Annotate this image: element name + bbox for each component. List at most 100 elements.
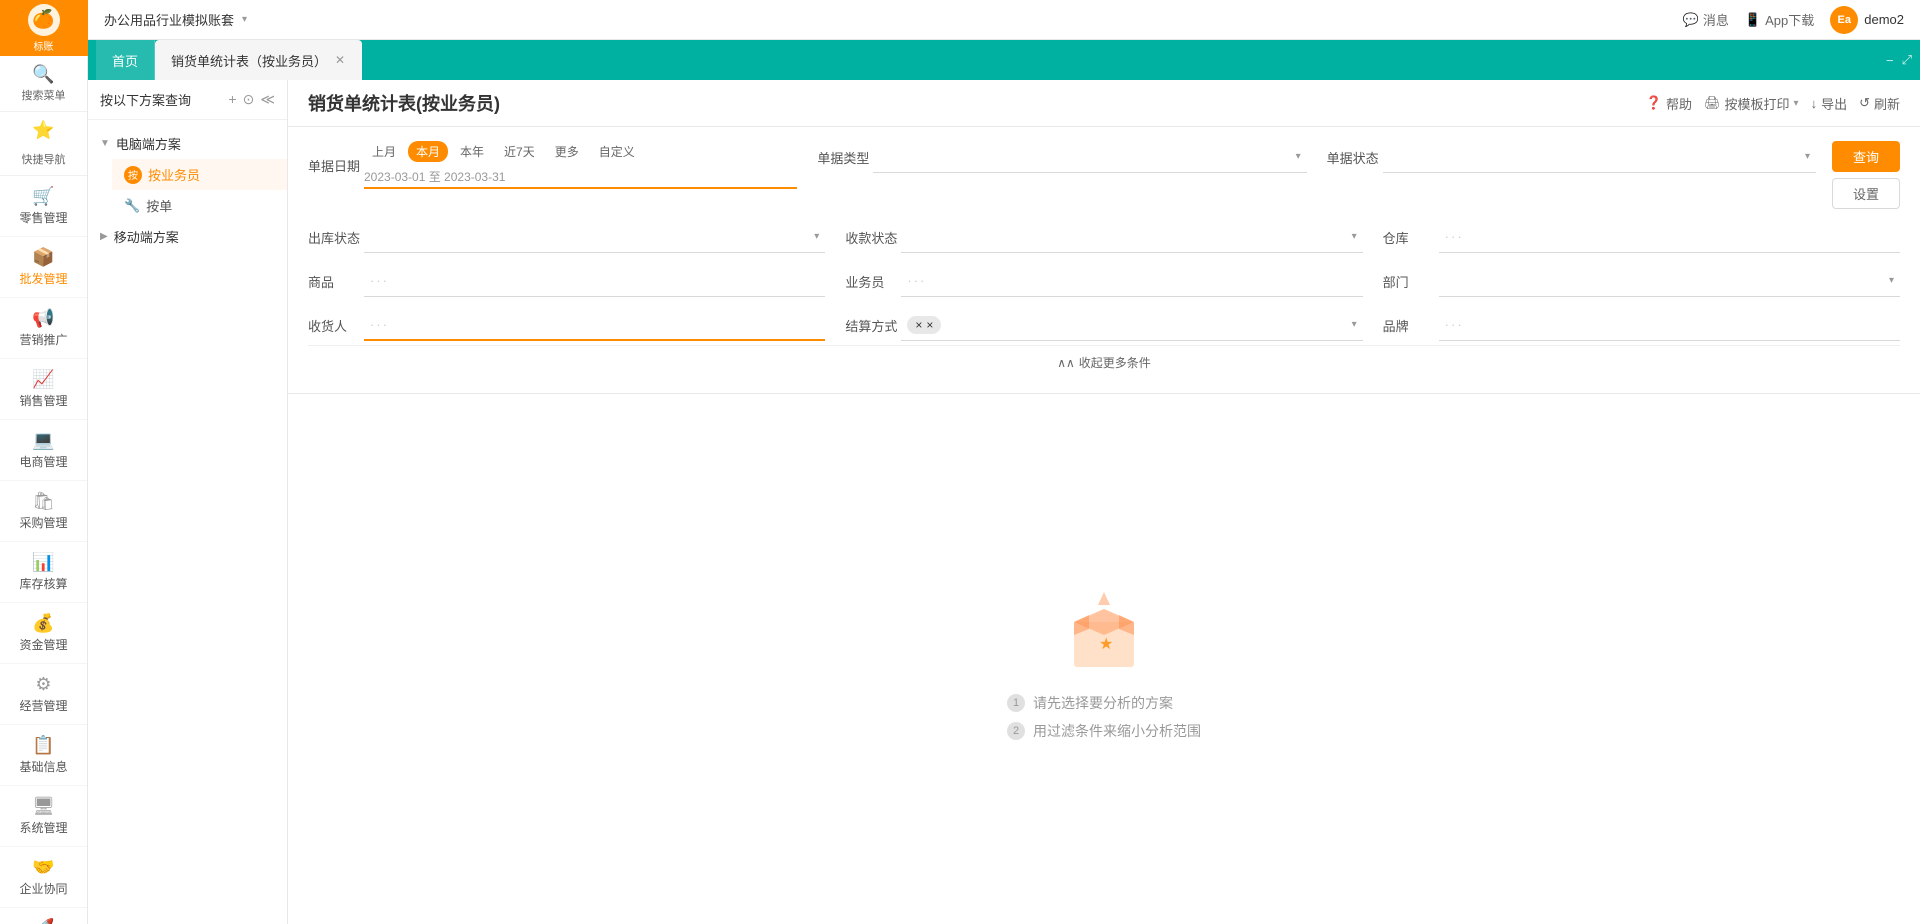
marketing-icon: 📢	[32, 308, 54, 329]
tab-home[interactable]: 首页	[96, 40, 155, 80]
doc-type-input[interactable]: ▾	[873, 141, 1306, 173]
settle-tag-close[interactable]: ×	[926, 318, 933, 332]
pc-group-label: 电脑端方案	[116, 134, 181, 153]
wholesale-icon: 📦	[32, 247, 54, 268]
date-tab-more[interactable]: 更多	[547, 141, 587, 162]
warehouse-input[interactable]: ···	[1439, 221, 1900, 253]
operation-icon: ⚙	[35, 674, 51, 695]
shortcut-nav-label: 快捷导航	[22, 147, 66, 171]
app-name: 办公用品行业模拟账套	[104, 10, 234, 29]
out-status-arrow: ▾	[814, 231, 819, 242]
refresh-button[interactable]: ↺ 刷新	[1859, 94, 1900, 113]
date-range-display[interactable]: 2023-03-01 至 2023-03-31	[364, 166, 797, 189]
tab-sales-stat[interactable]: 销货单统计表（按业务员） ✕	[155, 40, 362, 80]
brand-dots: ···	[1445, 317, 1464, 332]
out-status-input[interactable]: ▾	[364, 221, 825, 253]
reset-button[interactable]: 设置	[1832, 178, 1900, 209]
tree-group-pc[interactable]: ▼ 电脑端方案	[88, 128, 287, 159]
date-tab-this-year[interactable]: 本年	[452, 141, 492, 162]
template-print-dropdown[interactable]: ▾	[1794, 98, 1799, 109]
tree-group-mobile[interactable]: ▶ 移动端方案	[88, 221, 287, 252]
settle-input[interactable]: × × ▾	[901, 309, 1362, 341]
system-label: 系统管理	[19, 819, 67, 836]
sidebar-logo[interactable]: 🍊 标账	[0, 0, 88, 56]
user-name: demo2	[1864, 12, 1904, 27]
sidebar-item-newbie[interactable]: 🚀 新手引导	[0, 908, 87, 924]
template-print-button[interactable]: 🖨 按模板打印 ▾	[1704, 94, 1799, 113]
tab-close-icon[interactable]: ✕	[335, 53, 345, 67]
brand-label: 品牌	[1383, 316, 1439, 335]
top-header-right: 💬 消息 📱 App下载 Ea demo2	[1683, 6, 1904, 34]
staff-input[interactable]: ···	[901, 265, 1362, 297]
by-staff-dot: 按	[124, 166, 142, 184]
sidebar-item-finance[interactable]: 💰 资金管理	[0, 603, 87, 664]
by-staff-label: 按业务员	[148, 165, 200, 184]
export-button[interactable]: ↓ 导出	[1811, 94, 1848, 113]
edit-scheme-button[interactable]: ⊙	[243, 91, 255, 108]
empty-tip-2: 2 用过滤条件来缩小分析范围	[1007, 721, 1201, 741]
doc-status-input[interactable]: ▾	[1383, 141, 1816, 173]
svg-text:★: ★	[1099, 636, 1113, 653]
sidebar-item-purchase[interactable]: 🛍 采购管理	[0, 481, 87, 542]
app-dropdown-icon[interactable]: ▾	[242, 14, 247, 25]
tab-expand-icon[interactable]: ⤢	[1902, 52, 1912, 68]
date-filter-controls: 上月 本月 本年 近7天 更多 自定义 2023-03-01 至 2023-03…	[364, 141, 797, 189]
settle-filter: 结算方式 × × ▾	[845, 309, 1362, 341]
empty-illustration: ★	[1054, 577, 1154, 677]
user-menu-button[interactable]: Ea demo2	[1830, 6, 1904, 34]
collapse-panel-button[interactable]: ≪	[260, 91, 275, 108]
settle-tag: × ×	[907, 316, 941, 334]
tab-sales-stat-label: 销货单统计表（按业务员）	[171, 51, 327, 70]
goods-input[interactable]: ···	[364, 265, 825, 297]
tree-item-by-staff[interactable]: 按 按业务员	[112, 159, 287, 190]
logo-icon: 🍊	[28, 4, 60, 36]
dept-input[interactable]: ▾	[1439, 265, 1900, 297]
search-button[interactable]: 查询	[1832, 141, 1900, 172]
brand-input[interactable]: ···	[1439, 309, 1900, 341]
sidebar-item-inventory[interactable]: 📊 库存核算	[0, 542, 87, 603]
tree-item-by-order[interactable]: 🔧 按单	[112, 190, 287, 221]
sidebar-item-system[interactable]: 🖥 系统管理	[0, 786, 87, 847]
sidebar-item-wholesale[interactable]: 📦 批发管理	[0, 237, 87, 298]
date-label: 单据日期	[308, 156, 364, 175]
sidebar-item-ecommerce[interactable]: 💻 电商管理	[0, 420, 87, 481]
add-scheme-button[interactable]: +	[228, 91, 236, 108]
sidebar-menu: 🛒 零售管理 📦 批发管理 📢 营销推广 📈 销售管理 💻 电商管理 🛍 采购管…	[0, 176, 87, 924]
refresh-icon: ↺	[1859, 95, 1870, 111]
sidebar-item-base-info[interactable]: 📋 基础信息	[0, 725, 87, 786]
consignee-input[interactable]: ···	[364, 309, 825, 341]
collapse-bar: ∧∧ 收起更多条件	[308, 345, 1900, 379]
collapse-button[interactable]: ∧∧ 收起更多条件	[1057, 354, 1151, 371]
sidebar-item-cooperation[interactable]: 🤝 企业协同	[0, 847, 87, 908]
top-header: 办公用品行业模拟账套 ▾ 💬 消息 📱 App下载 Ea demo2	[88, 0, 1920, 40]
filter-area: 单据日期 上月 本月 本年 近7天 更多 自定义	[288, 127, 1920, 394]
app-download-button[interactable]: 📱 App下载	[1745, 10, 1814, 29]
template-print-icon: 🖨	[1704, 95, 1721, 111]
date-tab-this-month[interactable]: 本月	[408, 141, 448, 162]
warehouse-label: 仓库	[1383, 228, 1439, 247]
help-button[interactable]: ❓ 帮助	[1646, 94, 1692, 113]
message-button[interactable]: 💬 消息	[1683, 10, 1729, 29]
sidebar-item-sales[interactable]: 📈 销售管理	[0, 359, 87, 420]
shortcut-nav-item[interactable]: ⭐ 快捷导航	[0, 112, 87, 176]
left-panel-header: 按以下方案查询 + ⊙ ≪	[88, 80, 287, 120]
sidebar-item-marketing[interactable]: 📢 营销推广	[0, 298, 87, 359]
collect-status-filter: 收款状态 ▾	[845, 221, 1362, 253]
page-header: 销货单统计表(按业务员) ❓ 帮助 🖨 按模板打印 ▾ ↓ 导出	[288, 80, 1920, 127]
tab-minimize-icon[interactable]: −	[1886, 53, 1894, 68]
empty-tip-1: 1 请先选择要分析的方案	[1007, 693, 1201, 713]
search-menu-label: 搜索菜单	[22, 87, 66, 103]
date-tab-custom[interactable]: 自定义	[591, 141, 643, 162]
sidebar-item-retail[interactable]: 🛒 零售管理	[0, 176, 87, 237]
date-tab-7days[interactable]: 近7天	[496, 141, 543, 162]
sales-icon: 📈	[32, 369, 54, 390]
warehouse-filter: 仓库 ···	[1383, 221, 1900, 253]
settle-arrow: ▾	[1352, 319, 1357, 330]
dept-label: 部门	[1383, 272, 1439, 291]
cooperation-icon: 🤝	[32, 857, 54, 878]
tip-text-2: 用过滤条件来缩小分析范围	[1033, 721, 1201, 741]
date-tab-last-month[interactable]: 上月	[364, 141, 404, 162]
collect-status-input[interactable]: ▾	[901, 221, 1362, 253]
sidebar-item-operation[interactable]: ⚙ 经营管理	[0, 664, 87, 725]
sidebar-search-item[interactable]: 🔍 搜索菜单	[0, 56, 87, 112]
